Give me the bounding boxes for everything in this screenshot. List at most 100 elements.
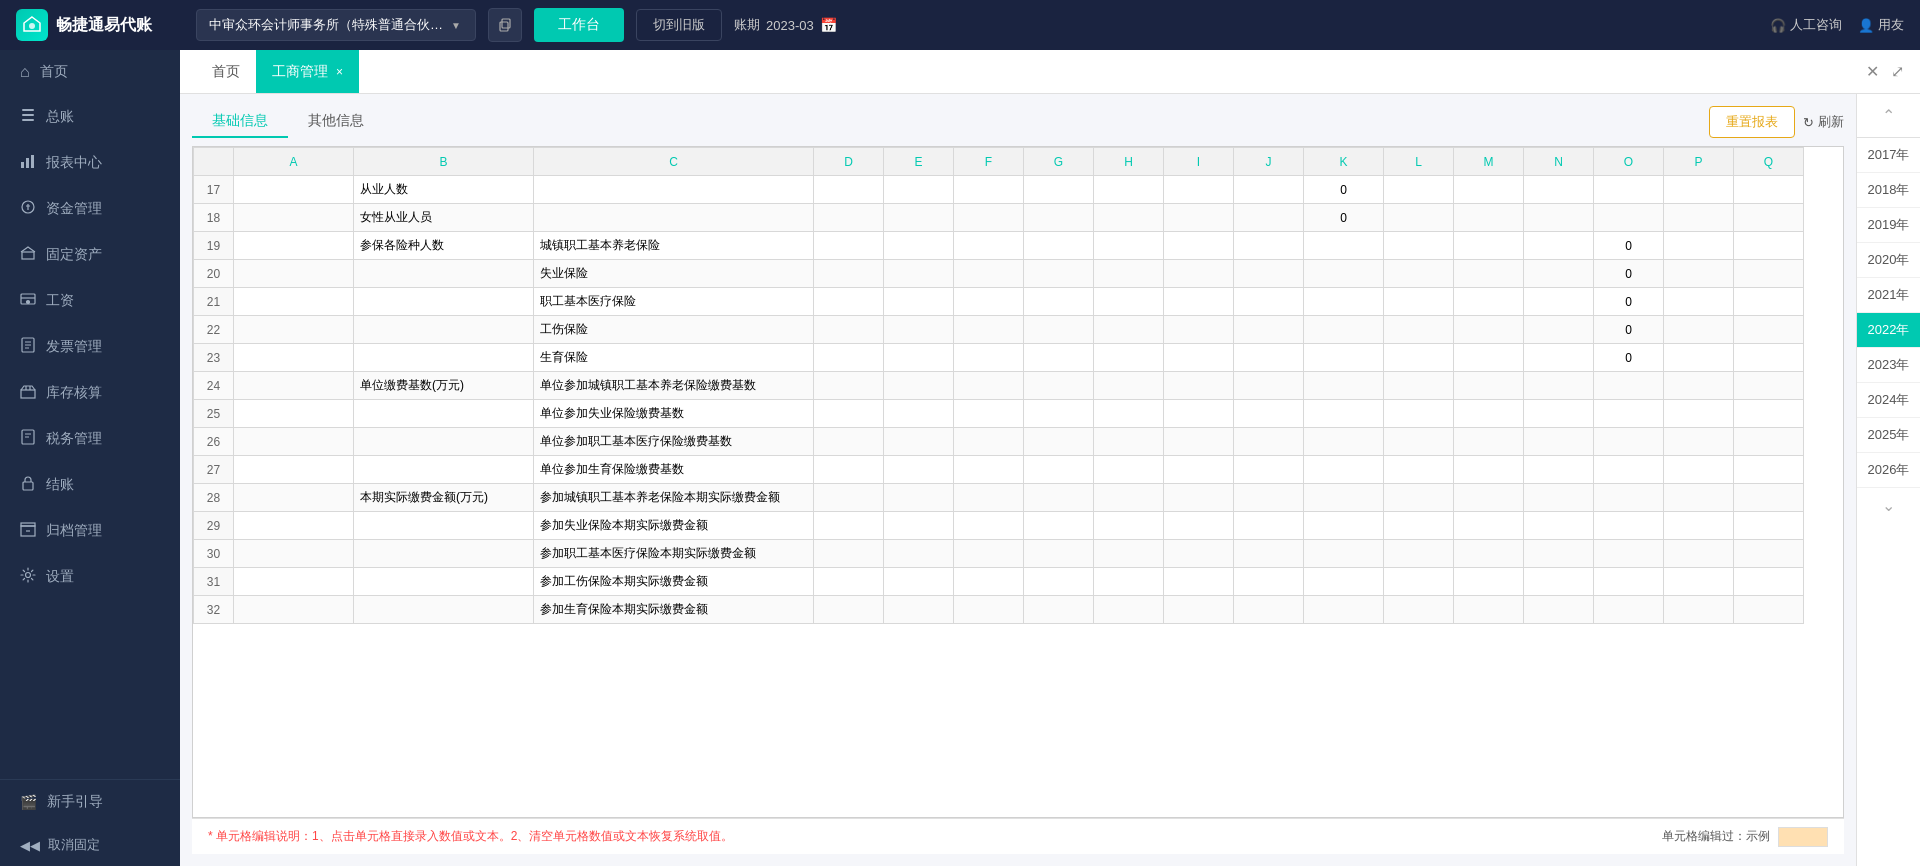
cell-m-30[interactable] xyxy=(1454,540,1524,568)
cell-p-28[interactable] xyxy=(1664,484,1734,512)
cell-p-31[interactable] xyxy=(1664,568,1734,596)
cell-n-26[interactable] xyxy=(1524,428,1594,456)
cell-m-21[interactable] xyxy=(1454,288,1524,316)
cell-c-24[interactable]: 单位参加城镇职工基本养老保险缴费基数 xyxy=(534,372,814,400)
cell-o-21[interactable]: 0 xyxy=(1594,288,1664,316)
cell-a-25[interactable] xyxy=(234,400,354,428)
cell-h-23[interactable] xyxy=(1094,344,1164,372)
table-row[interactable]: 21职工基本医疗保险0 xyxy=(194,288,1804,316)
cell-p-32[interactable] xyxy=(1664,596,1734,624)
cell-m-26[interactable] xyxy=(1454,428,1524,456)
cell-c-19[interactable]: 城镇职工基本养老保险 xyxy=(534,232,814,260)
cell-d-31[interactable] xyxy=(814,568,884,596)
cell-g-28[interactable] xyxy=(1024,484,1094,512)
cell-o-29[interactable] xyxy=(1594,512,1664,540)
cell-f-27[interactable] xyxy=(954,456,1024,484)
cell-k-26[interactable] xyxy=(1304,428,1384,456)
cell-i-29[interactable] xyxy=(1164,512,1234,540)
tab-close-icon[interactable]: × xyxy=(336,65,343,79)
cell-i-24[interactable] xyxy=(1164,372,1234,400)
cell-i-19[interactable] xyxy=(1164,232,1234,260)
cell-m-31[interactable] xyxy=(1454,568,1524,596)
cell-q-18[interactable] xyxy=(1734,204,1804,232)
cell-l-30[interactable] xyxy=(1384,540,1454,568)
cell-j-21[interactable] xyxy=(1234,288,1304,316)
cell-o-20[interactable]: 0 xyxy=(1594,260,1664,288)
cell-d-28[interactable] xyxy=(814,484,884,512)
cell-q-26[interactable] xyxy=(1734,428,1804,456)
cell-j-24[interactable] xyxy=(1234,372,1304,400)
cell-f-30[interactable] xyxy=(954,540,1024,568)
cell-l-26[interactable] xyxy=(1384,428,1454,456)
cell-q-27[interactable] xyxy=(1734,456,1804,484)
cell-o-24[interactable] xyxy=(1594,372,1664,400)
cell-g-32[interactable] xyxy=(1024,596,1094,624)
cell-h-25[interactable] xyxy=(1094,400,1164,428)
cell-f-29[interactable] xyxy=(954,512,1024,540)
cell-e-18[interactable] xyxy=(884,204,954,232)
year-item[interactable]: 2020年 xyxy=(1857,243,1920,278)
cell-e-30[interactable] xyxy=(884,540,954,568)
cell-d-32[interactable] xyxy=(814,596,884,624)
cell-n-19[interactable] xyxy=(1524,232,1594,260)
cell-q-17[interactable] xyxy=(1734,176,1804,204)
cell-q-22[interactable] xyxy=(1734,316,1804,344)
cell-b-32[interactable] xyxy=(354,596,534,624)
cell-f-23[interactable] xyxy=(954,344,1024,372)
cell-n-23[interactable] xyxy=(1524,344,1594,372)
cell-n-22[interactable] xyxy=(1524,316,1594,344)
sidebar-item-inventory[interactable]: 库存核算 xyxy=(0,370,180,416)
cell-c-28[interactable]: 参加城镇职工基本养老保险本期实际缴费金额 xyxy=(534,484,814,512)
cell-q-32[interactable] xyxy=(1734,596,1804,624)
cell-m-28[interactable] xyxy=(1454,484,1524,512)
cell-c-23[interactable]: 生育保险 xyxy=(534,344,814,372)
cell-k-21[interactable] xyxy=(1304,288,1384,316)
cell-k-18[interactable]: 0 xyxy=(1304,204,1384,232)
cell-i-17[interactable] xyxy=(1164,176,1234,204)
cell-q-31[interactable] xyxy=(1734,568,1804,596)
cell-p-30[interactable] xyxy=(1664,540,1734,568)
cell-l-19[interactable] xyxy=(1384,232,1454,260)
cell-l-31[interactable] xyxy=(1384,568,1454,596)
spreadsheet-table-wrapper[interactable]: A B C D E F G H I J K L xyxy=(192,146,1844,818)
cell-o-28[interactable] xyxy=(1594,484,1664,512)
cell-a-29[interactable] xyxy=(234,512,354,540)
cell-o-23[interactable]: 0 xyxy=(1594,344,1664,372)
sidebar-item-home[interactable]: ⌂ 首页 xyxy=(0,50,180,94)
table-row[interactable]: 31参加工伤保险本期实际缴费金额 xyxy=(194,568,1804,596)
cell-c-27[interactable]: 单位参加生育保险缴费基数 xyxy=(534,456,814,484)
cell-n-17[interactable] xyxy=(1524,176,1594,204)
sidebar-item-new-guide[interactable]: 🎬 新手引导 xyxy=(0,780,180,824)
cell-h-31[interactable] xyxy=(1094,568,1164,596)
cell-m-23[interactable] xyxy=(1454,344,1524,372)
sidebar-item-invoice[interactable]: 发票管理 xyxy=(0,324,180,370)
cell-a-24[interactable] xyxy=(234,372,354,400)
cell-l-18[interactable] xyxy=(1384,204,1454,232)
cell-l-20[interactable] xyxy=(1384,260,1454,288)
cell-g-19[interactable] xyxy=(1024,232,1094,260)
cell-i-20[interactable] xyxy=(1164,260,1234,288)
cell-l-23[interactable] xyxy=(1384,344,1454,372)
cell-j-30[interactable] xyxy=(1234,540,1304,568)
cell-p-27[interactable] xyxy=(1664,456,1734,484)
cell-q-20[interactable] xyxy=(1734,260,1804,288)
cell-d-25[interactable] xyxy=(814,400,884,428)
cell-b-19[interactable]: 参保各险种人数 xyxy=(354,232,534,260)
cell-l-21[interactable] xyxy=(1384,288,1454,316)
year-item[interactable]: 2018年 xyxy=(1857,173,1920,208)
cell-h-27[interactable] xyxy=(1094,456,1164,484)
cell-e-17[interactable] xyxy=(884,176,954,204)
cell-n-25[interactable] xyxy=(1524,400,1594,428)
copy-button[interactable] xyxy=(488,8,522,42)
cell-i-28[interactable] xyxy=(1164,484,1234,512)
cell-d-20[interactable] xyxy=(814,260,884,288)
sidebar-item-reports[interactable]: 报表中心 xyxy=(0,140,180,186)
year-item[interactable]: 2019年 xyxy=(1857,208,1920,243)
cell-e-21[interactable] xyxy=(884,288,954,316)
cell-b-29[interactable] xyxy=(354,512,534,540)
cell-o-30[interactable] xyxy=(1594,540,1664,568)
cell-l-22[interactable] xyxy=(1384,316,1454,344)
cell-a-26[interactable] xyxy=(234,428,354,456)
cell-i-21[interactable] xyxy=(1164,288,1234,316)
company-selector[interactable]: 中审众环会计师事务所（特殊普通合伙… ▼ xyxy=(196,9,476,41)
